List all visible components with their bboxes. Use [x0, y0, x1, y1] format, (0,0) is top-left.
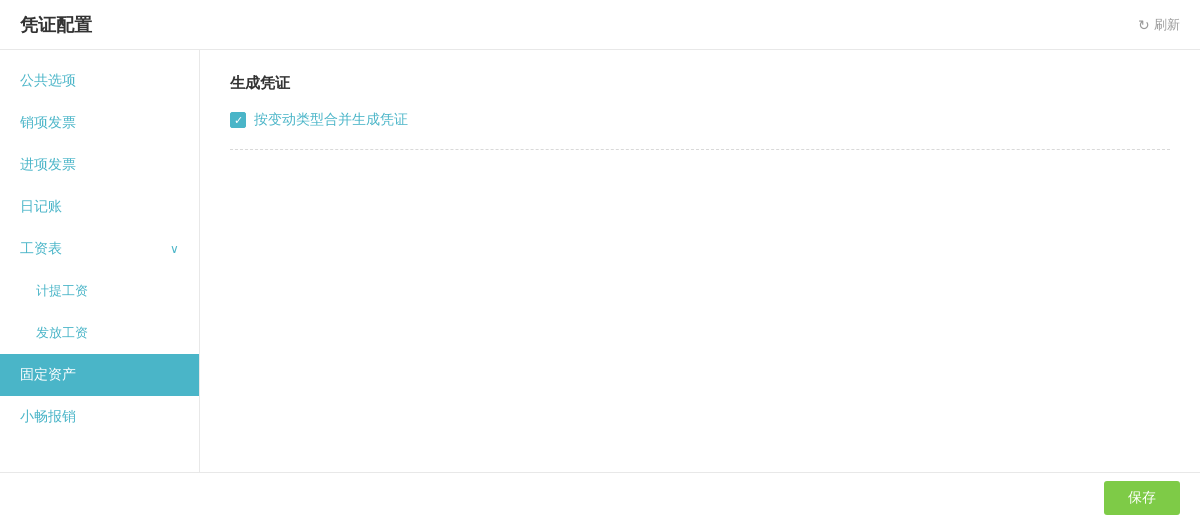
- refresh-icon: ↻: [1138, 17, 1150, 33]
- sidebar-item-purchase-invoice[interactable]: 进项发票: [0, 144, 199, 186]
- section-title: 生成凭证: [230, 74, 1170, 93]
- sidebar-item-label: 小畅报销: [20, 408, 76, 426]
- sidebar-item-label: 进项发票: [20, 156, 76, 174]
- checkbox-label[interactable]: 按变动类型合并生成凭证: [254, 111, 408, 129]
- sidebar-item-label: 发放工资: [36, 324, 88, 342]
- sidebar-item-fixed-assets[interactable]: 固定资产: [0, 354, 199, 396]
- checkbox-row: ✓ 按变动类型合并生成凭证: [230, 111, 1170, 129]
- sidebar-item-label: 公共选项: [20, 72, 76, 90]
- refresh-label: 刷新: [1154, 16, 1180, 34]
- refresh-button[interactable]: ↻ 刷新: [1138, 16, 1180, 34]
- sidebar-item-petty-expense[interactable]: 小畅报销: [0, 396, 199, 438]
- sidebar-item-pay-salary[interactable]: 发放工资: [0, 312, 199, 354]
- content-area: 生成凭证 ✓ 按变动类型合并生成凭证: [200, 50, 1200, 472]
- sidebar-item-label: 固定资产: [20, 366, 76, 384]
- sidebar-item-label: 日记账: [20, 198, 62, 216]
- sidebar-item-sales-invoice[interactable]: 销项发票: [0, 102, 199, 144]
- sidebar-item-payroll-table[interactable]: 工资表 ∨: [0, 228, 199, 270]
- page-title: 凭证配置: [20, 13, 92, 37]
- page-footer: 保存: [0, 472, 1200, 522]
- main-layout: 公共选项 销项发票 进项发票 日记账 工资表 ∨ 计提工资 发放工资 固定资: [0, 50, 1200, 472]
- sidebar: 公共选项 销项发票 进项发票 日记账 工资表 ∨ 计提工资 发放工资 固定资: [0, 50, 200, 472]
- sidebar-item-journal[interactable]: 日记账: [0, 186, 199, 228]
- sidebar-item-label: 工资表: [20, 240, 62, 258]
- page-wrapper: 凭证配置 ↻ 刷新 公共选项 销项发票 进项发票 日记账 工资表 ∨: [0, 0, 1200, 522]
- section-divider: [230, 149, 1170, 150]
- merge-by-type-checkbox[interactable]: ✓: [230, 112, 246, 128]
- sidebar-item-calc-salary[interactable]: 计提工资: [0, 270, 199, 312]
- sidebar-item-label: 销项发票: [20, 114, 76, 132]
- chevron-down-icon: ∨: [170, 242, 179, 256]
- sidebar-item-public-options[interactable]: 公共选项: [0, 60, 199, 102]
- checkmark-icon: ✓: [234, 115, 243, 126]
- page-header: 凭证配置 ↻ 刷新: [0, 0, 1200, 50]
- sidebar-item-label: 计提工资: [36, 282, 88, 300]
- save-button[interactable]: 保存: [1104, 481, 1180, 515]
